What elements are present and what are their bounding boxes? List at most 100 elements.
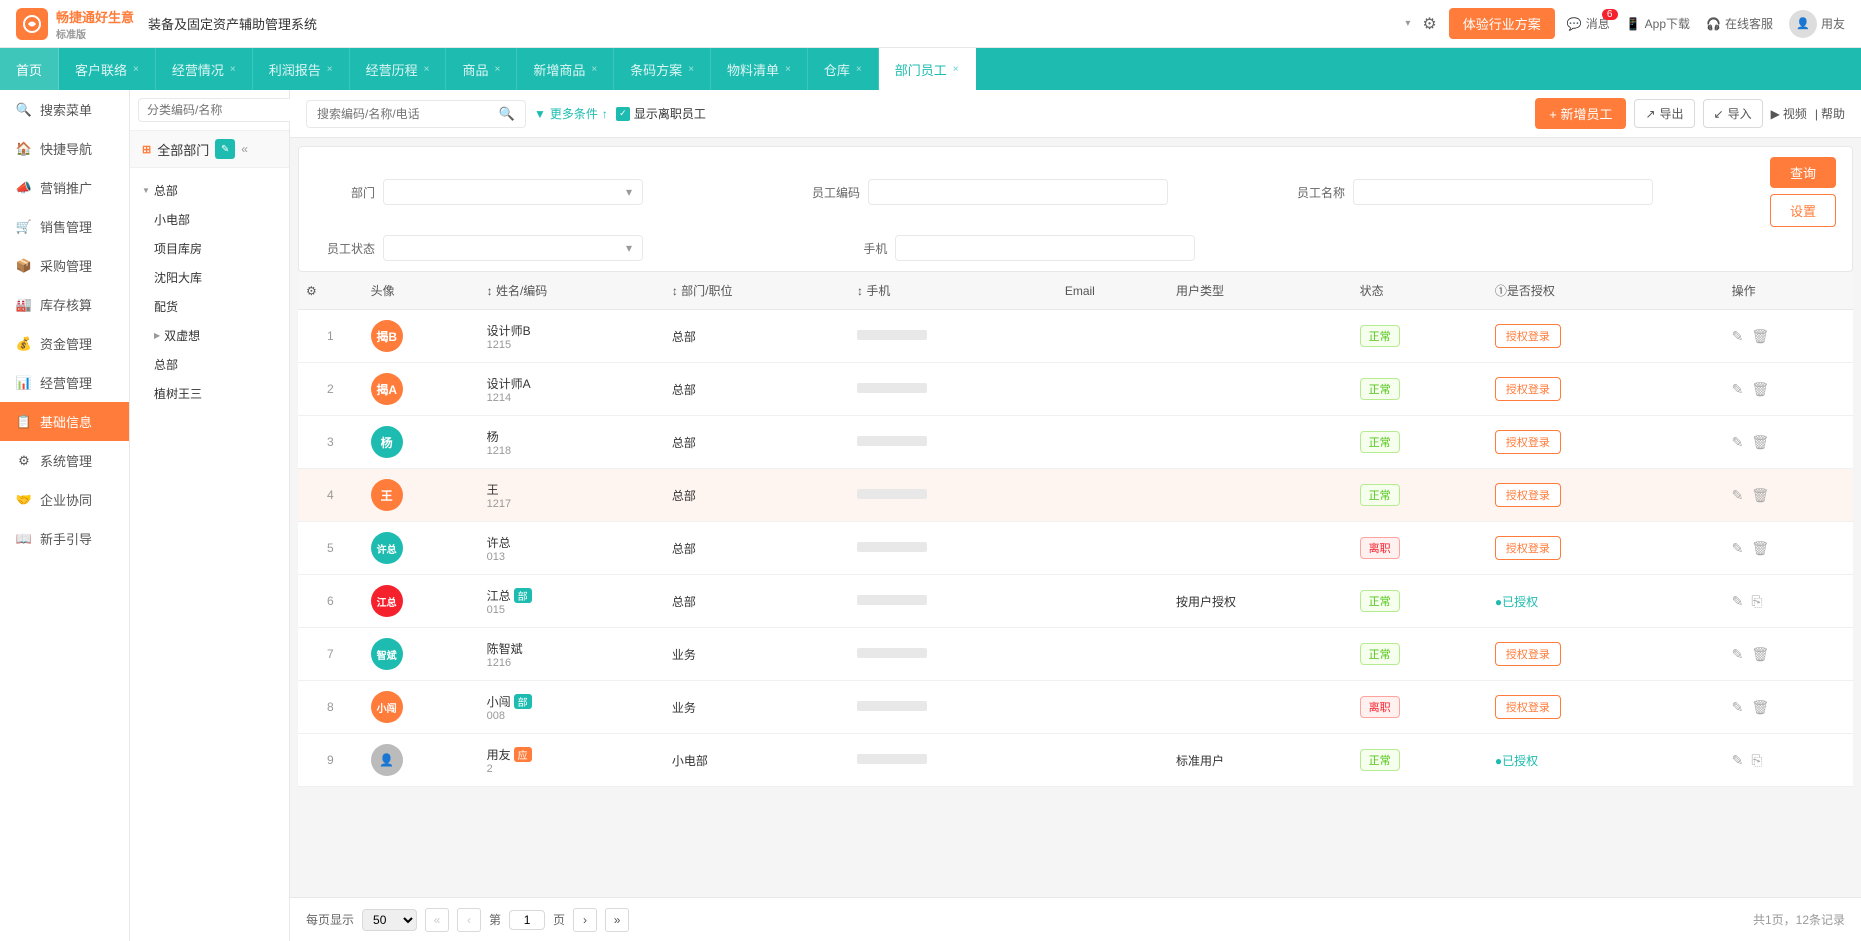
tab-business[interactable]: 经营情况×	[156, 48, 253, 90]
show-resigned-check[interactable]: ✓ 显示离职员工	[616, 105, 706, 122]
search-icon[interactable]: 🔍	[499, 106, 515, 122]
view-button[interactable]: ▶ 视频	[1771, 105, 1807, 122]
emp-code-input[interactable]	[868, 179, 1168, 205]
filter-more-btn[interactable]: ▼ 更多条件 ↑	[534, 105, 608, 122]
emp-name-input[interactable]	[1353, 179, 1653, 205]
delete-icon[interactable]: 🗑	[1751, 699, 1769, 716]
emp-status-select[interactable]: ▾	[383, 235, 643, 261]
close-icon[interactable]: ×	[953, 64, 959, 75]
close-icon[interactable]: ×	[688, 64, 694, 75]
delete-icon[interactable]: 🗑	[1751, 381, 1769, 398]
next-page-btn[interactable]: ›	[573, 908, 597, 932]
auth-button[interactable]: 授权登录	[1495, 324, 1561, 348]
delete-icon[interactable]: 🗑	[1751, 434, 1769, 451]
tab-dept-staff[interactable]: 部门员工×	[879, 48, 976, 90]
prev-page-btn[interactable]: ‹	[457, 908, 481, 932]
tab-warehouse[interactable]: 仓库×	[808, 48, 879, 90]
auth-button[interactable]: 授权登录	[1495, 695, 1561, 719]
copy-icon[interactable]: ⎘	[1751, 752, 1762, 769]
auth-button[interactable]: 授权登录	[1495, 430, 1561, 454]
tab-profit[interactable]: 利润报告×	[253, 48, 350, 90]
edit-icon[interactable]: ✎	[1732, 593, 1744, 610]
sidebar-item-sales[interactable]: 🛒 销售管理	[0, 207, 129, 246]
search-input[interactable]	[317, 107, 495, 121]
dept-node-shuangxuxiang[interactable]: ▶ 双虚想	[130, 321, 289, 350]
dept-node-xiaodibu[interactable]: 小电部	[130, 205, 289, 234]
tab-bom[interactable]: 物料清单×	[711, 48, 808, 90]
add-employee-button[interactable]: + 新增员工	[1535, 98, 1626, 129]
close-icon[interactable]: ×	[230, 64, 236, 75]
close-icon[interactable]: ×	[133, 64, 139, 75]
dept-node-shenyangda[interactable]: 沈阳大库	[130, 263, 289, 292]
setting-button[interactable]: 设置	[1770, 194, 1836, 227]
sidebar-item-inventory[interactable]: 🏭 库存核算	[0, 285, 129, 324]
tab-goods[interactable]: 商品×	[446, 48, 517, 90]
export-button[interactable]: ↗ 导出	[1634, 99, 1694, 128]
col-name[interactable]: ↕ 姓名/编码	[479, 272, 664, 310]
delete-icon[interactable]: 🗑	[1751, 487, 1769, 504]
edit-icon[interactable]: ✎	[1732, 752, 1744, 769]
edit-icon[interactable]: ✎	[1732, 699, 1744, 716]
auth-button[interactable]: 授权登录	[1495, 483, 1561, 507]
dept-node-peihuo[interactable]: 配货	[130, 292, 289, 321]
sidebar-item-marketing[interactable]: 📣 营销推广	[0, 168, 129, 207]
delete-icon[interactable]: 🗑	[1751, 540, 1769, 557]
edit-icon[interactable]: ✎	[1732, 487, 1744, 504]
first-page-btn[interactable]: «	[425, 908, 449, 932]
query-button[interactable]: 查询	[1770, 157, 1836, 188]
gear-icon[interactable]: ⚙	[1422, 14, 1436, 34]
last-page-btn[interactable]: »	[605, 908, 629, 932]
sidebar-item-purchase[interactable]: 📦 采购管理	[0, 246, 129, 285]
sidebar-item-operation[interactable]: 📊 经营管理	[0, 363, 129, 402]
auth-button[interactable]: 授权登录	[1495, 536, 1561, 560]
sidebar-item-basic[interactable]: 📋 基础信息	[0, 402, 129, 441]
tab-history[interactable]: 经营历程×	[350, 48, 447, 90]
col-phone[interactable]: ↕ 手机	[849, 272, 1057, 310]
tab-barcode[interactable]: 条码方案×	[614, 48, 711, 90]
import-button[interactable]: ↙ 导入	[1703, 99, 1763, 128]
sidebar-item-nav[interactable]: 🏠 快捷导航	[0, 129, 129, 168]
service-button[interactable]: 🎧 在线客服	[1706, 15, 1773, 32]
dept-node-zhishuwang[interactable]: 植树王三	[130, 379, 289, 408]
auth-button[interactable]: 授权登录	[1495, 642, 1561, 666]
dept-edit-button[interactable]: ✎	[215, 139, 235, 159]
user-menu[interactable]: 👤 用友	[1789, 10, 1845, 38]
close-icon[interactable]: ×	[856, 64, 862, 75]
delete-icon[interactable]: 🗑	[1751, 328, 1769, 345]
close-icon[interactable]: ×	[327, 64, 333, 75]
close-icon[interactable]: ×	[591, 64, 597, 75]
dept-collapse-icon[interactable]: «	[241, 142, 248, 156]
sidebar-item-finance[interactable]: 💰 资金管理	[0, 324, 129, 363]
auth-button[interactable]: 授权登录	[1495, 377, 1561, 401]
per-page-select[interactable]: 50 100	[362, 909, 417, 931]
edit-icon[interactable]: ✎	[1732, 434, 1744, 451]
edit-icon[interactable]: ✎	[1732, 540, 1744, 557]
col-dept[interactable]: ↕ 部门/职位	[664, 272, 849, 310]
close-icon[interactable]: ×	[494, 64, 500, 75]
dept-node-xiangmuku[interactable]: 项目库房	[130, 234, 289, 263]
close-icon[interactable]: ×	[424, 64, 430, 75]
tab-customer[interactable]: 客户联络×	[59, 48, 156, 90]
copy-icon[interactable]: ⎘	[1751, 593, 1762, 610]
experience-button[interactable]: 体验行业方案	[1449, 8, 1555, 39]
delete-icon[interactable]: 🗑	[1751, 646, 1769, 663]
edit-icon[interactable]: ✎	[1732, 381, 1744, 398]
sidebar-item-search[interactable]: 🔍 搜索菜单	[0, 90, 129, 129]
close-icon[interactable]: ×	[785, 64, 791, 75]
page-input[interactable]	[509, 910, 545, 930]
dept-search-input[interactable]	[138, 98, 311, 122]
help-button[interactable]: | 帮助	[1815, 105, 1845, 122]
dept-node-zongbu2[interactable]: 总部	[130, 350, 289, 379]
edit-icon[interactable]: ✎	[1732, 328, 1744, 345]
tab-home[interactable]: 首页	[0, 48, 59, 90]
phone-input[interactable]	[895, 235, 1195, 261]
app-download-button[interactable]: 📱 App下载	[1626, 15, 1690, 32]
tab-addgoods[interactable]: 新增商品×	[517, 48, 614, 90]
dept-select[interactable]: ▾	[383, 179, 643, 205]
sidebar-item-system[interactable]: ⚙ 系统管理	[0, 441, 129, 480]
system-dropdown-icon[interactable]: ▾	[1405, 18, 1410, 29]
col-settings[interactable]: ⚙	[298, 272, 363, 310]
message-button[interactable]: 💬 消息 6	[1567, 15, 1610, 32]
sidebar-item-guide[interactable]: 📖 新手引导	[0, 519, 129, 558]
dept-node-zongbu[interactable]: ▼ 总部	[130, 176, 289, 205]
